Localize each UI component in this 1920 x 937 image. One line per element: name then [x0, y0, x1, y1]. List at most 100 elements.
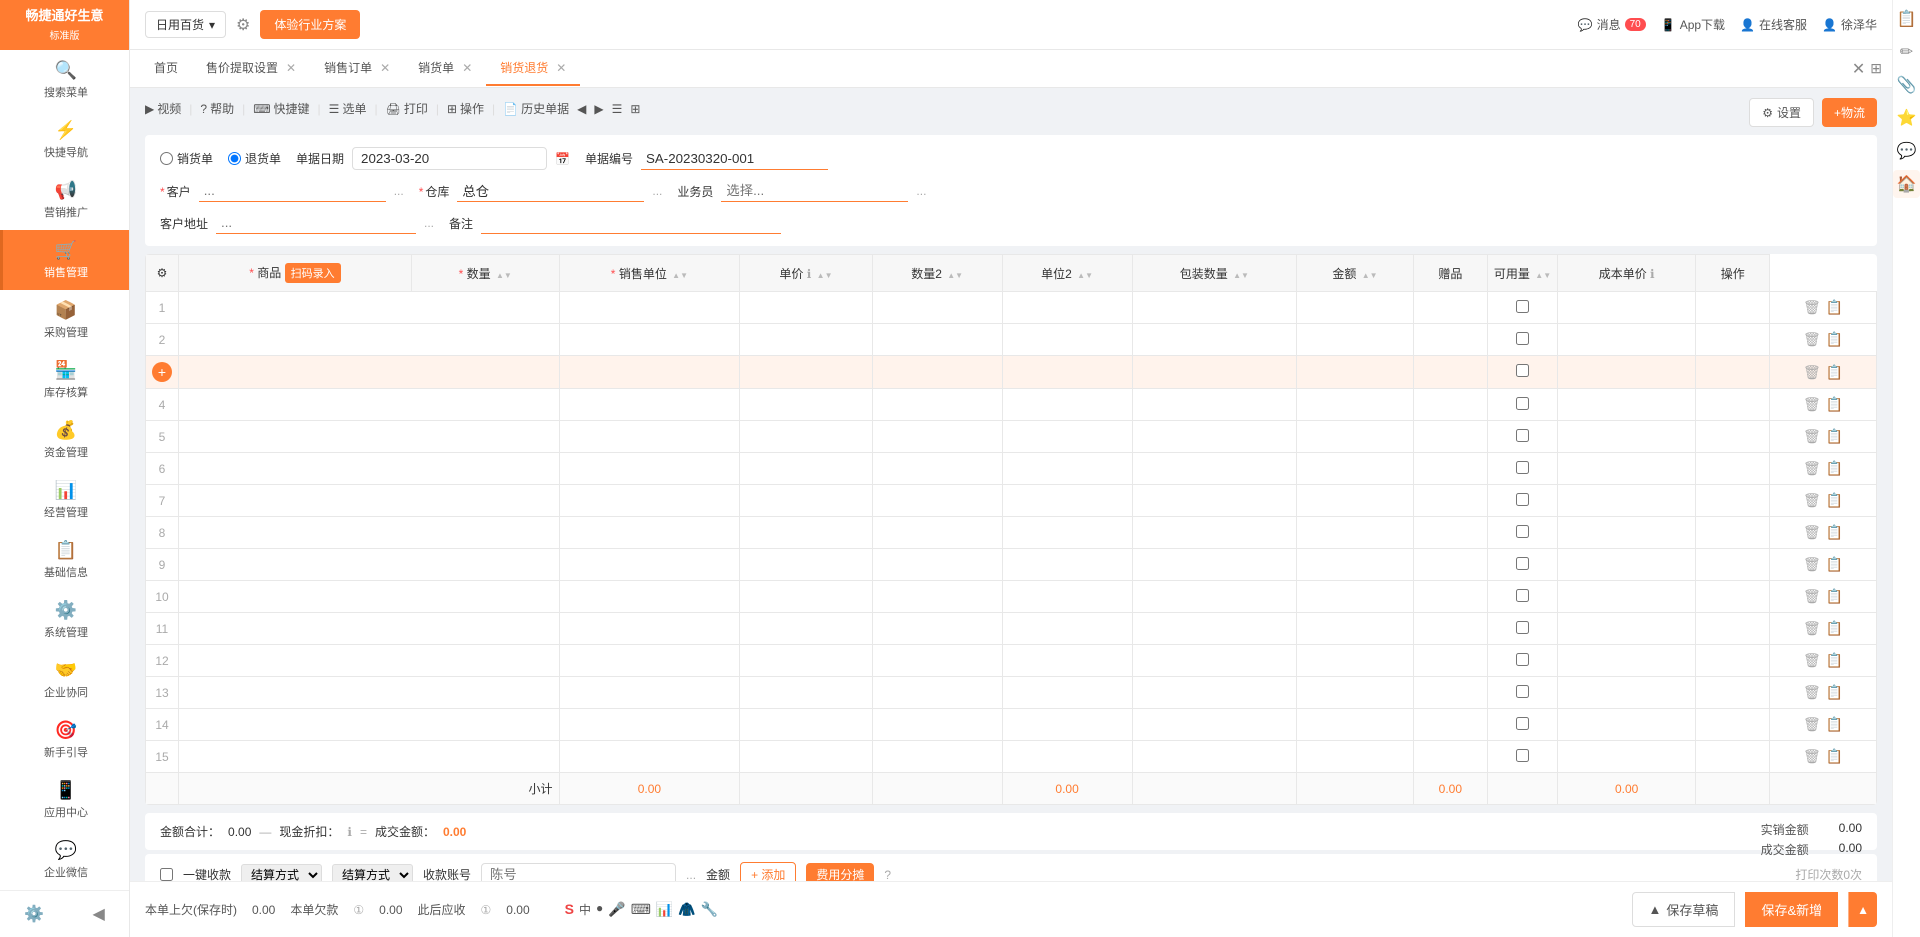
delete-icon-4[interactable]: 🗑 — [1803, 396, 1821, 413]
sidebar-item-newbie[interactable]: 🎯 新手引导 — [0, 710, 129, 770]
tab-sales-delivery-close[interactable]: ✕ — [462, 61, 472, 75]
expand-tabs-icon[interactable]: ⊞ — [1870, 60, 1882, 77]
unit-cell-2[interactable] — [740, 324, 872, 356]
customer-service-item[interactable]: 👤 在线客服 — [1740, 16, 1807, 33]
sidebar-item-finance[interactable]: 💰 资金管理 — [0, 410, 129, 470]
row-add-btn[interactable]: + — [146, 356, 179, 389]
product-cell-2[interactable] — [179, 324, 560, 356]
address-dots[interactable]: ... — [424, 216, 434, 230]
gift-checkbox-4[interactable] — [1516, 397, 1529, 410]
delete-icon-9[interactable]: 🗑 — [1803, 556, 1821, 573]
sidebar-item-inventory[interactable]: 🏪 库存核算 — [0, 350, 129, 410]
copy-icon-6[interactable]: 📋 — [1826, 460, 1843, 477]
delete-icon-3[interactable]: 🗑 — [1803, 364, 1821, 381]
gift-cell-1[interactable] — [1487, 292, 1557, 324]
copy-icon-10[interactable]: 📋 — [1826, 588, 1843, 605]
warehouse-dots[interactable]: ... — [652, 184, 662, 198]
logistics-btn[interactable]: +物流 — [1822, 98, 1877, 127]
qty2-cell-2[interactable] — [1002, 324, 1132, 356]
account-input[interactable] — [481, 863, 676, 881]
ime-icon-settings[interactable]: 🔧 — [701, 901, 718, 918]
gift-cell-3[interactable] — [1487, 356, 1557, 389]
message-item[interactable]: 💬 消息 70 — [1578, 16, 1646, 33]
quantity-sort-icon[interactable]: ▲▼ — [496, 272, 512, 280]
tab-sale-price-close[interactable]: ✕ — [286, 61, 296, 75]
settlement-select[interactable]: 结算方式 — [241, 864, 322, 882]
right-panel-icon-6[interactable]: 🏠 — [1893, 170, 1920, 198]
settings-btn[interactable]: ⚙ 设置 — [1749, 98, 1814, 127]
warehouse-input[interactable] — [457, 180, 644, 202]
ime-icon-mic[interactable]: 🎤 — [608, 901, 625, 918]
delete-icon-11[interactable]: 🗑 — [1803, 620, 1821, 637]
unit2-cell-2[interactable] — [1132, 324, 1297, 356]
industry-dropdown[interactable]: 日用百货 ▾ — [145, 11, 226, 38]
copy-icon-5[interactable]: 📋 — [1826, 428, 1843, 445]
amt-cell-1[interactable] — [1413, 292, 1487, 324]
user-profile[interactable]: 👤 徐泽华 — [1822, 16, 1877, 33]
qty2-cell-3[interactable] — [1002, 356, 1132, 389]
add-row-btn[interactable]: + — [152, 362, 172, 382]
customer-dots[interactable]: ... — [394, 184, 404, 198]
radio-return[interactable]: 退货单 — [228, 150, 281, 167]
copy-icon-2[interactable]: 📋 — [1826, 331, 1843, 348]
gift-checkbox-1[interactable] — [1516, 300, 1529, 313]
close-all-tabs-icon[interactable]: ✕ — [1852, 59, 1865, 79]
copy-icon-12[interactable]: 📋 — [1826, 652, 1843, 669]
radio-delivery[interactable]: 销货单 — [160, 150, 213, 167]
customer-input[interactable] — [199, 180, 386, 202]
account-dots[interactable]: ... — [686, 868, 696, 882]
salesperson-dots[interactable]: ... — [916, 184, 926, 198]
pkg-cell-3[interactable] — [1297, 356, 1414, 389]
date-input[interactable] — [352, 147, 547, 170]
copy-icon-13[interactable]: 📋 — [1826, 684, 1843, 701]
topbar-gear-icon[interactable]: ⚙ — [236, 15, 250, 35]
nav-prev-item[interactable]: ◀ — [577, 102, 586, 116]
price-cell-3[interactable] — [872, 356, 1002, 389]
tab-sales-return[interactable]: 销货退货 ✕ — [486, 51, 580, 86]
copy-icon-11[interactable]: 📋 — [1826, 620, 1843, 637]
copy-icon-8[interactable]: 📋 — [1826, 524, 1843, 541]
add-btn[interactable]: + 添加 — [740, 862, 796, 881]
gift-checkbox-10[interactable] — [1516, 589, 1529, 602]
price-cell-2[interactable] — [872, 324, 1002, 356]
unit2-sort-icon[interactable]: ▲▼ — [1077, 272, 1093, 280]
save-new-arrow-btn[interactable]: ▲ — [1848, 892, 1877, 927]
gift-checkbox-7[interactable] — [1516, 493, 1529, 506]
docnum-input[interactable] — [641, 148, 828, 170]
delete-icon-6[interactable]: 🗑 — [1803, 460, 1821, 477]
delete-icon-14[interactable]: 🗑 — [1803, 716, 1821, 733]
sidebar-item-sales[interactable]: 🛒 销售管理 — [0, 230, 129, 290]
gift-checkbox-15[interactable] — [1516, 749, 1529, 762]
product-cell-1[interactable] — [179, 292, 560, 324]
avail-cell-3[interactable] — [1558, 356, 1696, 389]
gift-checkbox-6[interactable] — [1516, 461, 1529, 474]
app-download-item[interactable]: 📱 App下载 — [1661, 16, 1725, 33]
delete-icon-13[interactable]: 🗑 — [1803, 684, 1821, 701]
th-settings[interactable]: ⚙ — [146, 255, 179, 292]
scan-btn[interactable]: 扫码录入 — [285, 263, 341, 283]
remark-input[interactable] — [481, 212, 781, 234]
tab-sales-order[interactable]: 销售订单 ✕ — [310, 51, 404, 86]
copy-icon-7[interactable]: 📋 — [1826, 492, 1843, 509]
view-grid-item[interactable]: ⊞ — [630, 102, 640, 116]
delete-icon-8[interactable]: 🗑 — [1803, 524, 1821, 541]
tab-sales-order-close[interactable]: ✕ — [380, 61, 390, 75]
price-cell-1[interactable] — [872, 292, 1002, 324]
sidebar-item-marketing[interactable]: 📢 营销推广 — [0, 170, 129, 230]
avail-cell-1[interactable] — [1558, 292, 1696, 324]
unit2-cell-1[interactable] — [1132, 292, 1297, 324]
ime-icon-zh[interactable]: 中 — [579, 901, 591, 918]
cost-cell-3[interactable] — [1696, 356, 1770, 389]
product-cell-3[interactable] — [179, 356, 560, 389]
qty2-cell-1[interactable] — [1002, 292, 1132, 324]
unit-cell-1[interactable] — [740, 292, 872, 324]
delete-icon-2[interactable]: 🗑 — [1803, 331, 1821, 348]
ime-icon-keyboard[interactable]: ⌨ — [631, 901, 651, 918]
cost-cell-1[interactable] — [1696, 292, 1770, 324]
collapse-icon[interactable]: ◀ — [87, 899, 109, 929]
save-new-btn[interactable]: 保存&新增 — [1745, 892, 1838, 927]
tab-sales-return-close[interactable]: ✕ — [556, 61, 566, 75]
radio-delivery-input[interactable] — [160, 152, 173, 165]
cost-cell-2[interactable] — [1696, 324, 1770, 356]
ime-icon-chart[interactable]: 📊 — [656, 901, 673, 918]
